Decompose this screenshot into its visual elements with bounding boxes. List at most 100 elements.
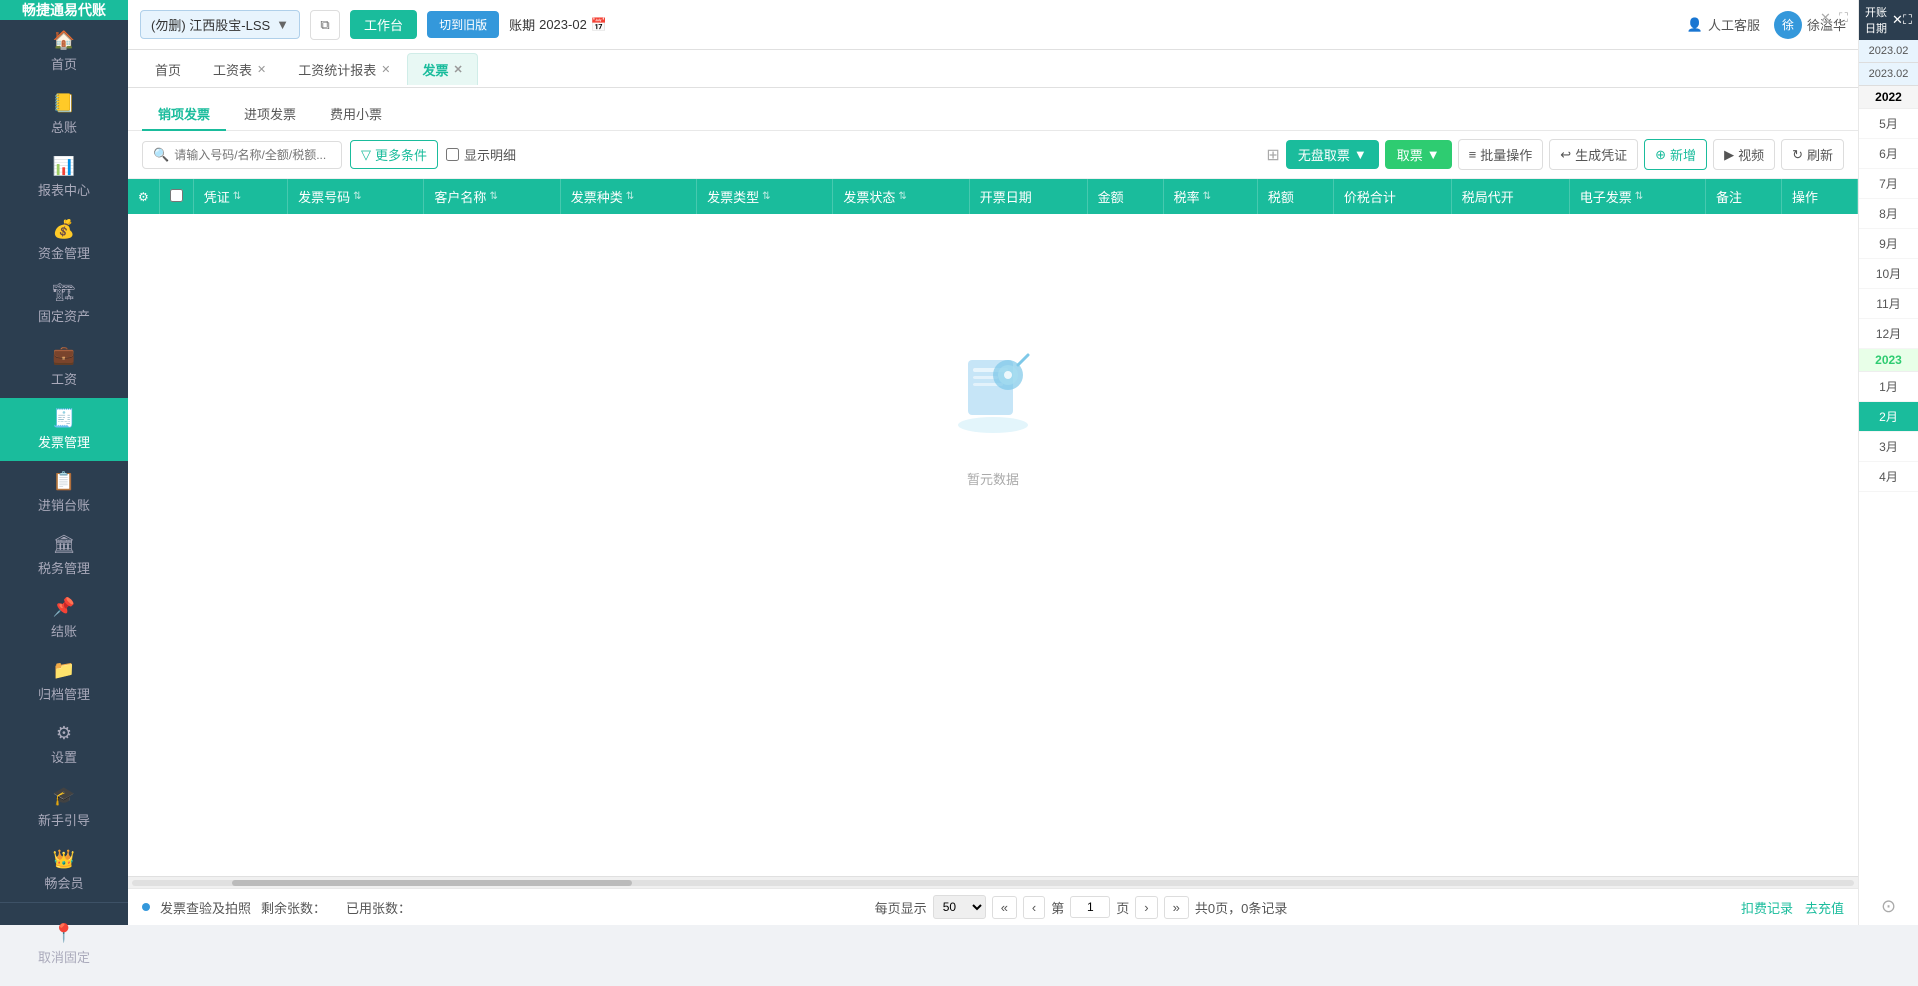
recharge-link[interactable]: 去充值 xyxy=(1805,898,1844,917)
sidebar-item-fund[interactable]: 💰 资金管理 xyxy=(0,209,128,272)
scroll-down-icon[interactable]: ⊙ xyxy=(1881,896,1896,917)
detail-checkbox[interactable] xyxy=(446,148,459,161)
switch-version-button[interactable]: 切到旧版 xyxy=(427,11,499,38)
batch-icon: ≡ xyxy=(1469,147,1477,162)
sidebar-item-invoice[interactable]: 🧾 发票管理 xyxy=(0,398,128,461)
sidebar-item-salary[interactable]: 💼 工资 xyxy=(0,335,128,398)
sidebar-item-vip[interactable]: 👑 畅会员 xyxy=(0,839,128,902)
company-selector[interactable]: (勿删) 江西股宝-LSS ▼ xyxy=(140,10,300,39)
sidebar-item-home[interactable]: 🏠 首页 xyxy=(0,20,128,83)
month-2022-11[interactable]: 11月 xyxy=(1859,289,1918,319)
th-customer[interactable]: 客户名称⇅ xyxy=(424,179,560,214)
support-link[interactable]: 👤 人工客服 xyxy=(1687,15,1760,34)
copy-btn[interactable]: ⧉ xyxy=(310,10,340,40)
show-detail-checkbox[interactable]: 显示明细 xyxy=(446,145,516,164)
remaining-label: 剩余张数： xyxy=(261,898,326,917)
th-voucher[interactable]: 凭证⇅ xyxy=(193,179,287,214)
tab-home[interactable]: 首页 xyxy=(140,53,196,85)
month-2023-4[interactable]: 4月 xyxy=(1859,462,1918,492)
tab-invoice[interactable]: 发票 ✕ xyxy=(407,53,477,85)
sidebar-item-settings[interactable]: ⚙ 设置 xyxy=(0,713,128,776)
page-input[interactable] xyxy=(1070,896,1110,918)
month-2022-6[interactable]: 6月 xyxy=(1859,139,1918,169)
bottom-right: 扣费记录 去充值 xyxy=(1741,898,1844,917)
month-2022-12[interactable]: 12月 xyxy=(1859,319,1918,349)
selected-date-2[interactable]: 2023.02 xyxy=(1859,63,1918,86)
calendar-icon[interactable]: 📅 xyxy=(591,17,607,33)
no-ticket-button[interactable]: 无盘取票 ▼ xyxy=(1286,140,1379,169)
next-page-button[interactable]: › xyxy=(1135,896,1157,919)
th-settings[interactable]: ⚙ xyxy=(128,179,159,214)
sidebar-item-report[interactable]: 📊 报表中心 xyxy=(0,146,128,209)
close-tab-icon[interactable]: ✕ xyxy=(257,63,266,76)
video-button[interactable]: ▶ 视频 xyxy=(1713,139,1775,170)
refresh-button[interactable]: ↻ 刷新 xyxy=(1781,139,1844,170)
gen-voucher-button[interactable]: ↩ 生成凭证 xyxy=(1549,139,1638,170)
ticket-button[interactable]: 取票 ▼ xyxy=(1385,140,1452,169)
grid-layout-icon[interactable]: ⊞ xyxy=(1266,145,1279,165)
selected-date-1[interactable]: 2023.02 xyxy=(1859,40,1918,63)
month-2022-7[interactable]: 7月 xyxy=(1859,169,1918,199)
close-window-icon[interactable]: ✕ xyxy=(1820,10,1831,26)
month-2022-5[interactable]: 5月 xyxy=(1859,109,1918,139)
month-2023-1[interactable]: 1月 xyxy=(1859,372,1918,402)
sidebar-item-purchase[interactable]: 📋 进销台账 xyxy=(0,461,128,524)
th-checkbox[interactable] xyxy=(159,179,193,214)
close-tab-icon[interactable]: ✕ xyxy=(454,63,463,76)
month-2023-3[interactable]: 3月 xyxy=(1859,432,1918,462)
expand-right-panel-icon[interactable]: ⛶ xyxy=(1903,12,1912,28)
sort-icon: ⇅ xyxy=(898,191,906,202)
horizontal-scrollbar[interactable] xyxy=(128,876,1858,888)
tab-salary-table[interactable]: 工资表 ✕ xyxy=(198,53,281,85)
new-button[interactable]: ⊕ 新增 xyxy=(1644,139,1707,170)
sidebar-item-tax[interactable]: 🏛 税务管理 xyxy=(0,524,128,587)
last-page-button[interactable]: » xyxy=(1164,896,1189,919)
month-2023-2[interactable]: 2月 xyxy=(1859,402,1918,432)
subtab-sales-invoice[interactable]: 销项发票 xyxy=(142,98,226,131)
scroll-thumb[interactable] xyxy=(232,880,632,886)
sidebar-item-ledger[interactable]: 📒 总账 xyxy=(0,83,128,146)
filter-icon: ▽ xyxy=(361,147,371,163)
fund-icon: 💰 xyxy=(53,219,75,240)
workspace-button[interactable]: 工作台 xyxy=(350,10,417,39)
sidebar-item-asset[interactable]: 🏗 固定资产 xyxy=(0,272,128,335)
sidebar-pin[interactable]: 📍 取消固定 xyxy=(0,902,128,986)
ledger-icon: 📒 xyxy=(53,93,75,114)
month-2022-10[interactable]: 10月 xyxy=(1859,259,1918,289)
close-tab-icon[interactable]: ✕ xyxy=(381,63,390,76)
period-label: 账期 2023-02 📅 xyxy=(509,15,607,34)
tabbar: 首页 工资表 ✕ 工资统计报表 ✕ 发票 ✕ xyxy=(128,50,1858,88)
maximize-window-icon[interactable]: ⛶ xyxy=(1839,10,1848,26)
salary-stats-tab-label: 工资统计报表 xyxy=(298,60,376,79)
tab-salary-stats[interactable]: 工资统计报表 ✕ xyxy=(283,53,405,85)
sidebar-item-close[interactable]: 📌 结账 xyxy=(0,587,128,650)
th-e-invoice[interactable]: 电子发票⇅ xyxy=(1569,179,1705,214)
prev-page-button[interactable]: ‹ xyxy=(1023,896,1045,919)
search-input[interactable] xyxy=(174,148,331,162)
select-all-checkbox[interactable] xyxy=(170,189,183,202)
th-status[interactable]: 发票状态⇅ xyxy=(833,179,969,214)
gen-label: 生成凭证 xyxy=(1575,145,1627,164)
sidebar-logo: 畅捷通易代账 xyxy=(0,0,128,20)
month-2022-9[interactable]: 9月 xyxy=(1859,229,1918,259)
subtab-expense-receipt[interactable]: 费用小票 xyxy=(314,98,398,131)
toolbar-left: 🔍 ▽ 更多条件 显示明细 xyxy=(142,140,1258,169)
sidebar-item-guide[interactable]: 🎓 新手引导 xyxy=(0,776,128,839)
th-tax-rate[interactable]: 税率⇅ xyxy=(1163,179,1257,214)
th-invoice-no[interactable]: 发票号码⇅ xyxy=(288,179,424,214)
filter-button[interactable]: ▽ 更多条件 xyxy=(350,140,438,169)
subtab-purchase-invoice[interactable]: 进项发票 xyxy=(228,98,312,131)
pin-label[interactable]: 📍 取消固定 xyxy=(0,913,128,976)
batch-op-button[interactable]: ≡ 批量操作 xyxy=(1458,139,1544,170)
fee-record-link[interactable]: 扣费记录 xyxy=(1741,898,1793,917)
th-invoice-type[interactable]: 发票种类⇅ xyxy=(560,179,696,214)
scroll-track[interactable] xyxy=(132,880,1854,886)
th-invoice-category[interactable]: 发票类型⇅ xyxy=(697,179,833,214)
page-size-select[interactable]: 20 50 100 xyxy=(933,895,986,919)
report-icon: 📊 xyxy=(53,156,75,177)
month-2022-8[interactable]: 8月 xyxy=(1859,199,1918,229)
search-box[interactable]: 🔍 xyxy=(142,141,342,169)
close-right-panel-icon[interactable]: ✕ xyxy=(1892,12,1903,28)
first-page-button[interactable]: « xyxy=(992,896,1017,919)
sidebar-item-archive[interactable]: 📁 归档管理 xyxy=(0,650,128,713)
